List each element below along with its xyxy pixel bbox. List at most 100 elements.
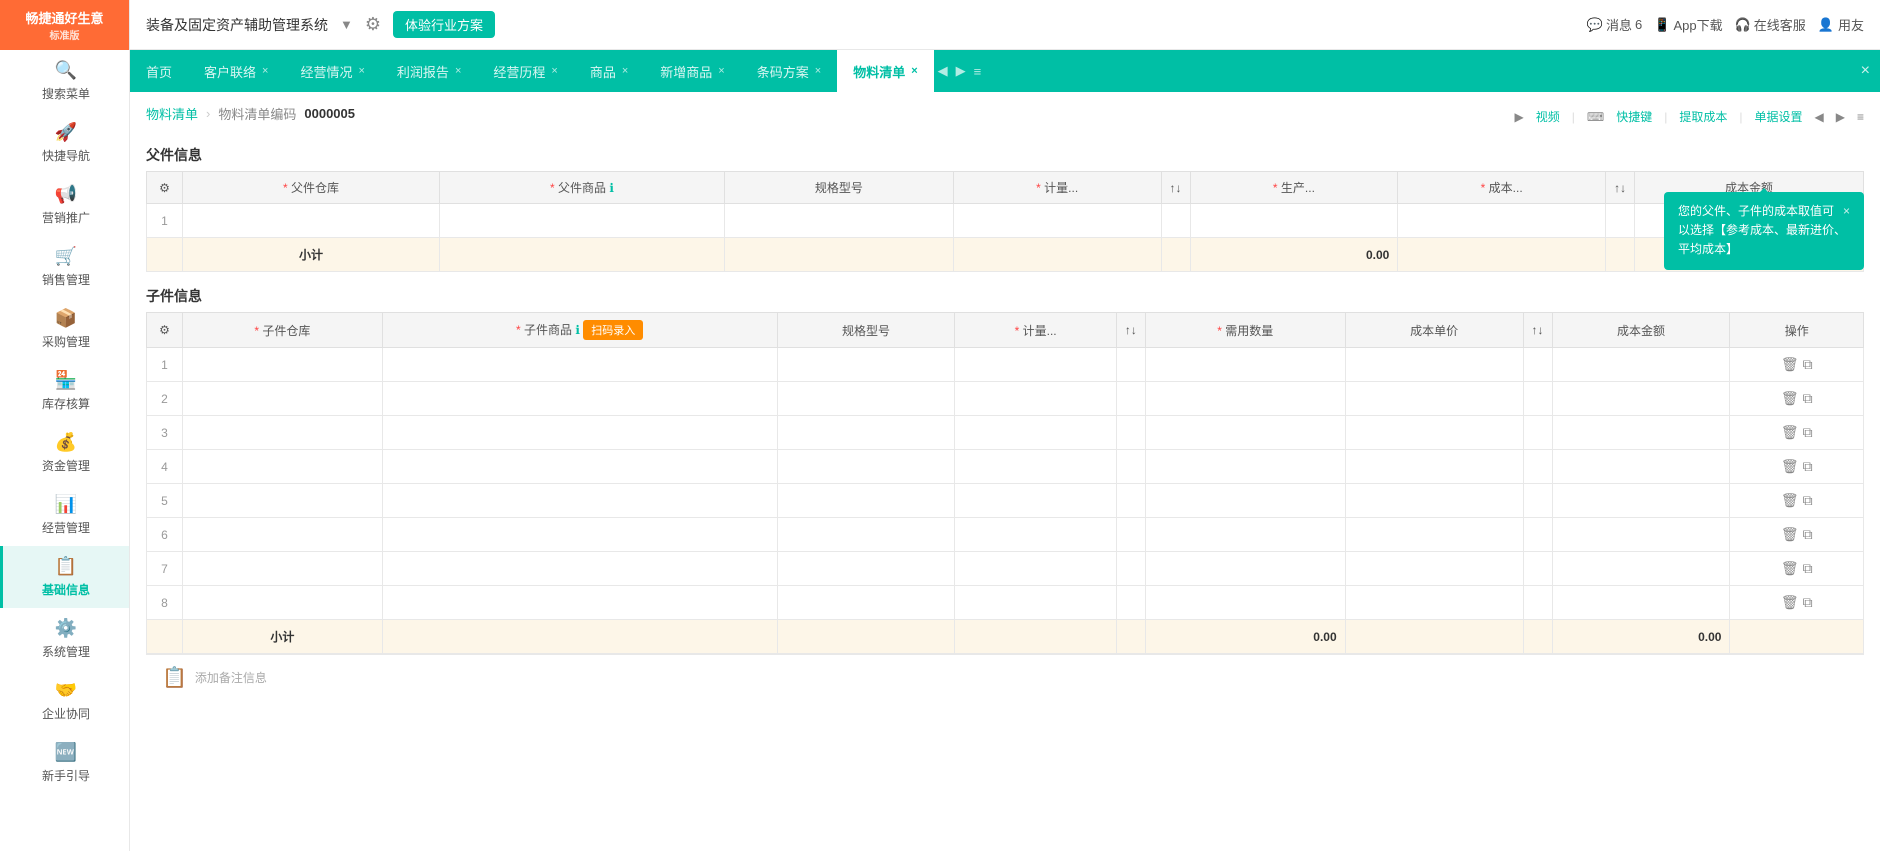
copy-btn-2[interactable]: ⧉ <box>1803 390 1813 407</box>
sidebar-item-basicinfo[interactable]: 📋 基础信息 <box>0 546 129 608</box>
delete-btn-6[interactable]: 🗑 <box>1781 526 1799 543</box>
tab-left-arrow[interactable]: ◀ <box>934 63 952 79</box>
child-cell-goods-4[interactable] <box>382 450 777 484</box>
sidebar-item-purchase[interactable]: 📦 采购管理 <box>0 298 129 360</box>
tab-operation-history[interactable]: 经营历程 × <box>477 50 573 92</box>
delete-btn-4[interactable]: 🗑 <box>1781 458 1799 475</box>
child-cell-goods-8[interactable] <box>382 586 777 620</box>
copy-btn-3[interactable]: ⧉ <box>1803 424 1813 441</box>
delete-btn-3[interactable]: 🗑 <box>1781 424 1799 441</box>
parent-cell-spec-1[interactable] <box>724 204 953 238</box>
child-cell-goods-1[interactable] <box>382 348 777 382</box>
child-cell-quantity-3[interactable] <box>1145 416 1345 450</box>
trial-button[interactable]: 体验行业方案 <box>393 11 495 38</box>
tab-new-goods[interactable]: 新增商品 × <box>644 50 740 92</box>
single-setting-btn[interactable]: 单据设置 <box>1755 108 1803 125</box>
child-cell-unitcost-7[interactable] <box>1345 552 1523 586</box>
tab-menu-arrow[interactable]: ≡ <box>970 64 986 79</box>
child-cell-unitcost-3[interactable] <box>1345 416 1523 450</box>
child-cell-unitcost-5[interactable] <box>1345 484 1523 518</box>
child-cell-unit-2[interactable] <box>955 382 1116 416</box>
delete-btn-2[interactable]: 🗑 <box>1781 390 1799 407</box>
tab-profit-report-close[interactable]: × <box>455 65 461 77</box>
note-text[interactable]: 添加备注信息 <box>195 669 267 686</box>
child-cell-quantity-7[interactable] <box>1145 552 1345 586</box>
app-download-btn[interactable]: 📱 App下载 <box>1654 15 1722 34</box>
child-cell-spec-3[interactable] <box>777 416 955 450</box>
child-cell-unit-5[interactable] <box>955 484 1116 518</box>
sidebar-item-marketing[interactable]: 📢 营销推广 <box>0 174 129 236</box>
parent-col-sort2[interactable]: ↑↓ <box>1606 172 1635 204</box>
tab-customer[interactable]: 客户联络 × <box>188 50 284 92</box>
sidebar-item-sales[interactable]: 🛒 销售管理 <box>0 236 129 298</box>
online-service-btn[interactable]: 🎧 在线客服 <box>1735 15 1806 34</box>
child-cell-spec-8[interactable] <box>777 586 955 620</box>
sidebar-item-system[interactable]: ⚙️ 系统管理 <box>0 608 129 670</box>
child-cell-goods-7[interactable] <box>382 552 777 586</box>
delete-btn-5[interactable]: 🗑 <box>1781 492 1799 509</box>
child-cell-quantity-5[interactable] <box>1145 484 1345 518</box>
tooltip-close-btn[interactable]: × <box>1843 202 1850 221</box>
sidebar-item-finance[interactable]: 💰 资金管理 <box>0 422 129 484</box>
tab-profit-report[interactable]: 利润报告 × <box>381 50 477 92</box>
child-cell-unit-1[interactable] <box>955 348 1116 382</box>
child-cell-quantity-2[interactable] <box>1145 382 1345 416</box>
child-cell-spec-5[interactable] <box>777 484 955 518</box>
dropdown-arrow-icon[interactable]: ▼ <box>340 17 353 32</box>
sidebar-item-search[interactable]: 🔍 搜索菜单 <box>0 50 129 112</box>
copy-btn-1[interactable]: ⧉ <box>1803 356 1813 373</box>
parent-cell-goods-1[interactable] <box>440 204 725 238</box>
child-cell-warehouse-7[interactable] <box>183 552 383 586</box>
child-cell-unit-4[interactable] <box>955 450 1116 484</box>
parent-col-settings[interactable]: ⚙ <box>147 172 183 204</box>
parent-cell-unit-1[interactable] <box>953 204 1161 238</box>
child-cell-quantity-8[interactable] <box>1145 586 1345 620</box>
child-cell-goods-6[interactable] <box>382 518 777 552</box>
tab-operation-status-close[interactable]: × <box>358 65 364 77</box>
child-col-sort1[interactable]: ↑↓ <box>1116 313 1145 348</box>
parent-col-sort1[interactable]: ↑↓ <box>1161 172 1190 204</box>
child-cell-spec-6[interactable] <box>777 518 955 552</box>
child-cell-spec-2[interactable] <box>777 382 955 416</box>
tab-barcode[interactable]: 条码方案 × <box>741 50 837 92</box>
child-cell-unitcost-8[interactable] <box>1345 586 1523 620</box>
list-view-icon[interactable]: ≡ <box>1857 110 1864 124</box>
child-cell-unit-6[interactable] <box>955 518 1116 552</box>
child-cell-warehouse-5[interactable] <box>183 484 383 518</box>
tab-customer-close[interactable]: × <box>262 65 268 77</box>
sidebar-item-enterprise[interactable]: 🤝 企业协同 <box>0 670 129 732</box>
tab-goods[interactable]: 商品 × <box>574 50 644 92</box>
child-cell-unitcost-1[interactable] <box>1345 348 1523 382</box>
child-cell-spec-1[interactable] <box>777 348 955 382</box>
child-cell-unit-3[interactable] <box>955 416 1116 450</box>
parent-cell-production-1[interactable] <box>1190 204 1398 238</box>
tab-goods-close[interactable]: × <box>622 65 628 77</box>
child-cell-quantity-6[interactable] <box>1145 518 1345 552</box>
child-col-settings[interactable]: ⚙ <box>147 313 183 348</box>
copy-btn-4[interactable]: ⧉ <box>1803 458 1813 475</box>
close-all-tabs-button[interactable]: × <box>1851 62 1880 80</box>
tab-home[interactable]: 首页 <box>130 50 188 92</box>
child-cell-goods-5[interactable] <box>382 484 777 518</box>
child-col-sort2[interactable]: ↑↓ <box>1523 313 1552 348</box>
tab-barcode-close[interactable]: × <box>815 65 821 77</box>
copy-btn-5[interactable]: ⧉ <box>1803 492 1813 509</box>
shortcut-btn[interactable]: 快捷键 <box>1616 108 1652 125</box>
sidebar-item-inventory[interactable]: 🏪 库存核算 <box>0 360 129 422</box>
message-area[interactable]: 💬 消息 6 <box>1587 15 1642 34</box>
child-cell-warehouse-6[interactable] <box>183 518 383 552</box>
child-cell-unit-7[interactable] <box>955 552 1116 586</box>
child-cell-spec-7[interactable] <box>777 552 955 586</box>
extract-cost-btn[interactable]: 提取成本 <box>1679 108 1727 125</box>
child-cell-unitcost-2[interactable] <box>1345 382 1523 416</box>
child-cell-warehouse-8[interactable] <box>183 586 383 620</box>
copy-btn-8[interactable]: ⧉ <box>1803 594 1813 611</box>
nav-right-icon[interactable]: ▶ <box>1836 110 1845 124</box>
sidebar-item-guide[interactable]: 🆕 新手引导 <box>0 732 129 794</box>
parent-cell-cost-1[interactable] <box>1398 204 1606 238</box>
delete-btn-7[interactable]: 🗑 <box>1781 560 1799 577</box>
tab-bom[interactable]: 物料清单 × <box>837 50 933 92</box>
child-cell-warehouse-1[interactable] <box>183 348 383 382</box>
sidebar-item-operation[interactable]: 📊 经营管理 <box>0 484 129 546</box>
child-cell-unitcost-4[interactable] <box>1345 450 1523 484</box>
